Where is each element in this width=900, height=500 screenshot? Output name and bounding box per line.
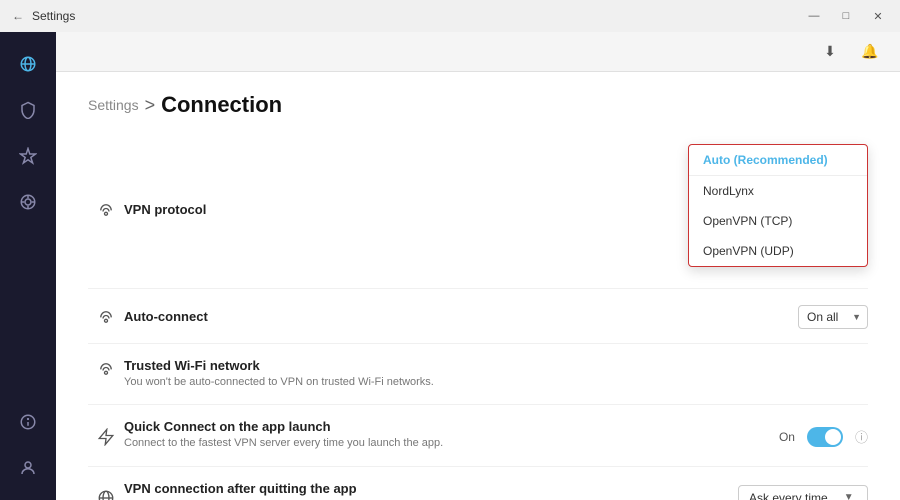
vpn-protocol-info: VPN protocol [124,202,688,217]
sidebar [0,32,56,500]
quick-connect-desc: Connect to the fastest VPN server every … [124,436,763,451]
main-content: ⬇ 🔔 Settings > Connection [56,32,900,500]
auto-connect-select[interactable]: On all ▼ [798,305,868,329]
auto-connect-title: Auto-connect [124,309,782,324]
titlebar: ← Settings — □ ✕ [0,0,900,32]
auto-connect-icon [88,306,124,326]
protocol-option-auto[interactable]: Auto (Recommended) [689,145,867,176]
vpn-after-quit-row: VPN connection after quitting the app Ev… [88,467,868,500]
trusted-wifi-info: Trusted Wi-Fi network You won't be auto-… [124,358,868,390]
breadcrumb-parent: Settings [88,97,139,113]
close-button[interactable]: ✕ [864,2,892,30]
protocol-option-openvpn-tcp[interactable]: OpenVPN (TCP) [689,206,867,236]
protocol-option-openvpn-udp[interactable]: OpenVPN (UDP) [689,236,867,266]
auto-connect-chevron: ▼ [852,312,861,322]
trusted-wifi-desc: You won't be auto-connected to VPN on tr… [124,375,852,390]
top-bar: ⬇ 🔔 [56,32,900,72]
breadcrumb-separator: > [145,95,156,116]
maximize-button[interactable]: □ [832,2,860,30]
trusted-wifi-row: Trusted Wi-Fi network You won't be auto-… [88,344,868,405]
ask-everytime-dropdown[interactable]: Ask every time ▼ [738,485,868,500]
quick-connect-toggle[interactable] [807,427,843,447]
trusted-wifi-icon [88,358,124,378]
quick-connect-label: On [779,430,795,444]
vpn-protocol-title: VPN protocol [124,202,672,217]
page-header: Settings > Connection [56,72,900,130]
minimize-button[interactable]: — [800,2,828,30]
quick-connect-control: On ⓘ [779,425,868,447]
titlebar-title: Settings [32,9,75,23]
bell-icon[interactable]: 🔔 [856,38,884,66]
titlebar-left: ← Settings [12,9,75,23]
trusted-wifi-title: Trusted Wi-Fi network [124,358,852,373]
ask-everytime-label: Ask every time [749,491,828,500]
quick-connect-icon [88,426,124,446]
quick-connect-info: Quick Connect on the app launch Connect … [124,419,779,451]
download-icon[interactable]: ⬇ [816,38,844,66]
sidebar-item-shield[interactable] [8,90,48,130]
quick-connect-row: Quick Connect on the app launch Connect … [88,405,868,466]
sidebar-item-star[interactable] [8,136,48,176]
sidebar-item-target[interactable] [8,182,48,222]
app-container: ⬇ 🔔 Settings > Connection [0,32,900,500]
auto-connect-control: On all ▼ [798,303,868,329]
sidebar-item-info[interactable] [8,402,48,442]
protocol-dropdown[interactable]: Auto (Recommended) NordLynx OpenVPN (TCP… [688,144,868,267]
vpn-after-quit-info: VPN connection after quitting the app Ev… [124,481,738,500]
quick-connect-info-icon[interactable]: ⓘ [855,427,868,446]
sidebar-bottom [8,402,48,488]
vpn-after-quit-control: Ask every time ▼ [738,483,868,500]
back-button[interactable]: ← [12,9,24,23]
ask-chevron-icon: ▼ [844,492,854,500]
vpn-protocol-row: VPN protocol Auto (Recommended) NordLynx… [88,130,868,289]
sidebar-item-profile[interactable] [8,448,48,488]
vpn-after-quit-title: VPN connection after quitting the app [124,481,722,496]
vpn-protocol-control: Auto (Recommended) NordLynx OpenVPN (TCP… [688,144,868,274]
settings-list: VPN protocol Auto (Recommended) NordLynx… [56,130,900,500]
protocol-option-nordlynx[interactable]: NordLynx [689,176,867,206]
titlebar-controls: — □ ✕ [800,2,892,30]
breadcrumb: Settings > Connection [88,92,868,118]
breadcrumb-current: Connection [161,92,282,118]
auto-connect-row: Auto-connect On all ▼ [88,289,868,344]
auto-connect-info: Auto-connect [124,309,798,324]
vpn-protocol-icon [88,199,124,219]
vpn-after-quit-icon [88,487,124,500]
sidebar-item-globe[interactable] [8,44,48,84]
quick-connect-title: Quick Connect on the app launch [124,419,763,434]
